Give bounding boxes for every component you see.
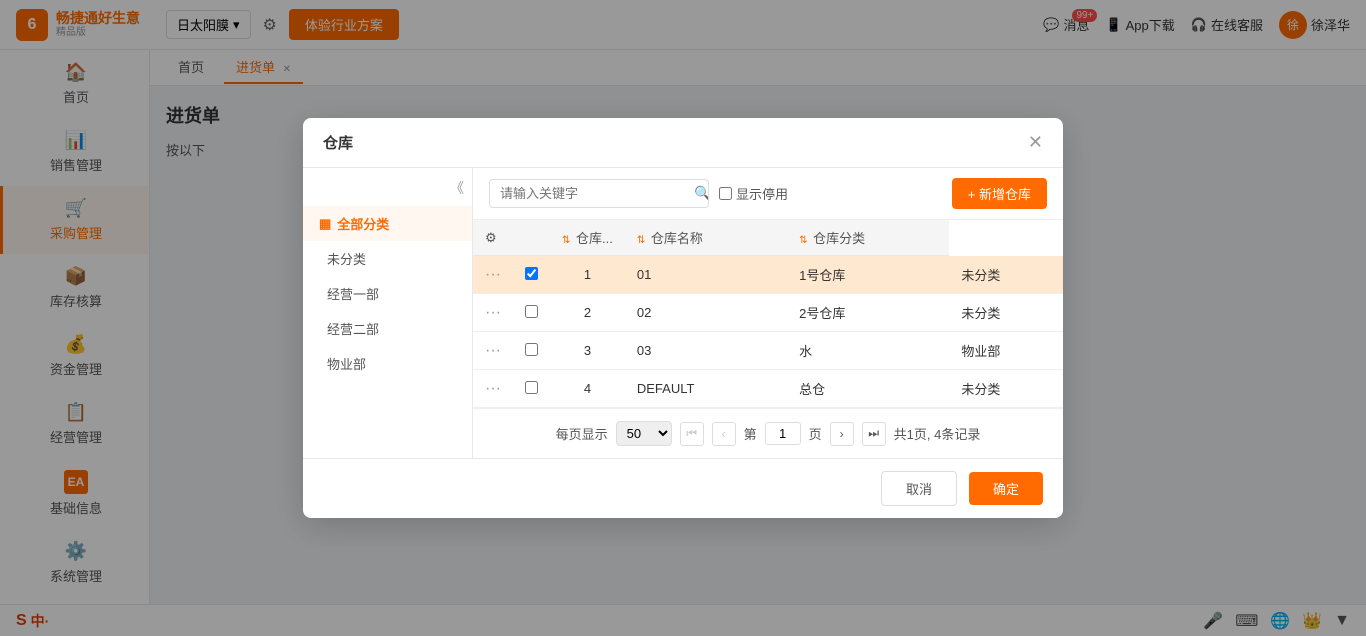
row-code-1: 02 bbox=[625, 294, 787, 332]
row-gear-2[interactable]: ··· bbox=[473, 332, 513, 370]
col-checkbox bbox=[513, 220, 550, 256]
category-unclassified[interactable]: 未分类 bbox=[303, 241, 472, 276]
modal-category-panel: 《 ▦ 全部分类 未分类 经营一部 经营二部 物业部 bbox=[303, 168, 473, 458]
modal-body: 《 ▦ 全部分类 未分类 经营一部 经营二部 物业部 bbox=[303, 168, 1063, 458]
row-checkbox-cell-0 bbox=[513, 256, 550, 294]
row-num-0: 1 bbox=[550, 256, 625, 294]
row-checkbox-cell-2 bbox=[513, 332, 550, 370]
modal-close-button[interactable]: ✕ bbox=[1028, 132, 1043, 153]
category-ops2[interactable]: 经营二部 bbox=[303, 311, 472, 346]
more-button-2[interactable]: ··· bbox=[485, 342, 501, 360]
row-gear-0[interactable]: ··· bbox=[473, 256, 513, 294]
modal-toolbar: 🔍 显示停用 + 新增仓库 bbox=[473, 168, 1063, 220]
row-category-2: 物业部 bbox=[949, 332, 1063, 370]
row-num-2: 3 bbox=[550, 332, 625, 370]
sort-icon-code: ⇅ bbox=[562, 235, 570, 246]
col-gear: ⚙ bbox=[473, 220, 513, 256]
pagination: 每页显示 50 100 ⏮ ‹ 第 页 › ⏭ 共1页, 4条记录 bbox=[473, 408, 1063, 458]
modal-right-panel: 🔍 显示停用 + 新增仓库 ⚙ bbox=[473, 168, 1063, 458]
sort-icon-category: ⇅ bbox=[799, 235, 807, 246]
page-input[interactable] bbox=[765, 422, 801, 445]
first-page-button[interactable]: ⏮ bbox=[680, 422, 704, 446]
row-checkbox-1[interactable] bbox=[525, 305, 538, 318]
show-disabled-checkbox[interactable] bbox=[719, 187, 732, 200]
table-header-row: ⚙ ⇅ 仓库... ⇅ 仓库名称 bbox=[473, 220, 1063, 256]
table-row[interactable]: ··· 2 02 2号仓库 未分类 bbox=[473, 294, 1063, 332]
show-disabled-label[interactable]: 显示停用 bbox=[719, 184, 788, 203]
category-all-label: 全部分类 bbox=[337, 214, 389, 233]
modal-header: 仓库 ✕ bbox=[303, 118, 1063, 168]
col-code: ⇅ 仓库... bbox=[550, 220, 625, 256]
warehouse-modal: 仓库 ✕ 《 ▦ 全部分类 未分类 经营一部 经 bbox=[303, 118, 1063, 518]
modal-title: 仓库 bbox=[323, 132, 353, 153]
row-gear-1[interactable]: ··· bbox=[473, 294, 513, 332]
search-box: 🔍 bbox=[489, 179, 709, 208]
table-row[interactable]: ··· 1 01 1号仓库 未分类 bbox=[473, 256, 1063, 294]
row-code-3: DEFAULT bbox=[625, 370, 787, 408]
row-gear-3[interactable]: ··· bbox=[473, 370, 513, 408]
search-button[interactable]: 🔍 bbox=[686, 180, 709, 207]
col-category: ⇅ 仓库分类 bbox=[787, 220, 949, 256]
row-checkbox-3[interactable] bbox=[525, 381, 538, 394]
row-num-1: 2 bbox=[550, 294, 625, 332]
grid-icon: ▦ bbox=[319, 216, 331, 232]
row-category-3: 未分类 bbox=[949, 370, 1063, 408]
sort-icon-name: ⇅ bbox=[637, 235, 645, 246]
modal-overlay: 仓库 ✕ 《 ▦ 全部分类 未分类 经营一部 经 bbox=[0, 0, 1366, 636]
row-category-1: 未分类 bbox=[949, 294, 1063, 332]
table-row[interactable]: ··· 3 03 水 物业部 bbox=[473, 332, 1063, 370]
category-ops1[interactable]: 经营一部 bbox=[303, 276, 472, 311]
more-button-0[interactable]: ··· bbox=[485, 266, 501, 284]
row-code-2: 03 bbox=[625, 332, 787, 370]
warehouse-table-wrap: ⚙ ⇅ 仓库... ⇅ 仓库名称 bbox=[473, 220, 1063, 408]
row-name-1: 2号仓库 bbox=[787, 294, 949, 332]
next-page-button[interactable]: › bbox=[830, 422, 854, 446]
row-checkbox-0[interactable] bbox=[525, 267, 538, 280]
row-name-2: 水 bbox=[787, 332, 949, 370]
more-button-1[interactable]: ··· bbox=[485, 304, 501, 322]
collapse-button[interactable]: 《 bbox=[450, 178, 464, 198]
category-property[interactable]: 物业部 bbox=[303, 346, 472, 381]
row-checkbox-cell-3 bbox=[513, 370, 550, 408]
collapse-panel: 《 bbox=[303, 178, 472, 206]
col-name: ⇅ 仓库名称 bbox=[625, 220, 787, 256]
prev-page-button[interactable]: ‹ bbox=[712, 422, 736, 446]
search-input[interactable] bbox=[490, 181, 686, 206]
more-button-3[interactable]: ··· bbox=[485, 380, 501, 398]
row-num-3: 4 bbox=[550, 370, 625, 408]
per-page-label: 每页显示 bbox=[556, 424, 608, 443]
cancel-button[interactable]: 取消 bbox=[881, 471, 957, 506]
table-row[interactable]: ··· 4 DEFAULT 总仓 未分类 bbox=[473, 370, 1063, 408]
row-name-0: 1号仓库 bbox=[787, 256, 949, 294]
last-page-button[interactable]: ⏭ bbox=[862, 422, 886, 446]
confirm-button[interactable]: 确定 bbox=[969, 472, 1043, 505]
modal-footer: 取消 确定 bbox=[303, 458, 1063, 518]
page-unit: 页 bbox=[809, 424, 822, 443]
row-name-3: 总仓 bbox=[787, 370, 949, 408]
add-warehouse-button[interactable]: + 新增仓库 bbox=[952, 178, 1047, 209]
category-all[interactable]: ▦ 全部分类 bbox=[303, 206, 472, 241]
warehouse-table: ⚙ ⇅ 仓库... ⇅ 仓库名称 bbox=[473, 220, 1063, 408]
row-code-0: 01 bbox=[625, 256, 787, 294]
per-page-select[interactable]: 50 100 bbox=[616, 421, 672, 446]
row-category-0: 未分类 bbox=[949, 256, 1063, 294]
total-info: 共1页, 4条记录 bbox=[894, 424, 981, 443]
page-label: 第 bbox=[744, 424, 757, 443]
row-checkbox-cell-1 bbox=[513, 294, 550, 332]
row-checkbox-2[interactable] bbox=[525, 343, 538, 356]
